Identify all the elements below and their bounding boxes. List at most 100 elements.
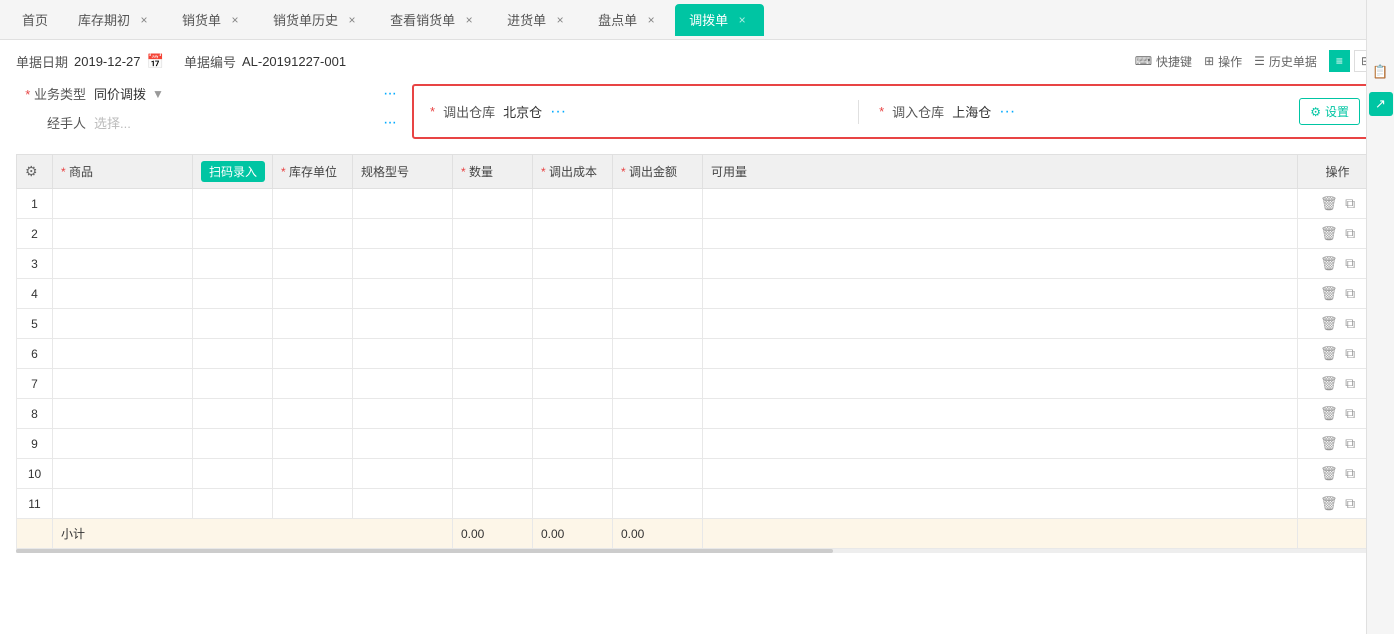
cell-available-8[interactable] [613,399,703,429]
delete-icon-11[interactable]: 🗑 [1320,495,1338,511]
cell-product-1[interactable] [53,189,193,219]
cell-qty-8[interactable] [353,399,453,429]
history-button[interactable]: ☰ 历史单据 [1254,53,1317,70]
cell-spec-10[interactable] [273,459,353,489]
business-type-dropdown-icon[interactable]: ▼ [152,87,164,101]
cell-product-11[interactable] [53,489,193,519]
cell-available-3[interactable] [613,249,703,279]
cell-amount-1[interactable] [533,189,613,219]
tab-close-transfer-order[interactable]: × [734,12,750,28]
copy-icon-6[interactable]: ⧉ [1345,345,1355,361]
tab-inventory-init[interactable]: 库存期初 × [64,4,166,36]
cell-unit-3[interactable] [193,249,273,279]
cell-unit-1[interactable] [193,189,273,219]
delete-icon-3[interactable]: 🗑 [1320,255,1338,271]
cell-product-10[interactable] [53,459,193,489]
scan-input-button[interactable]: 扫码录入 [201,161,265,182]
cell-qty-5[interactable] [353,309,453,339]
delete-icon-10[interactable]: 🗑 [1320,465,1338,481]
cell-available-2[interactable] [613,219,703,249]
column-settings-icon[interactable]: ⚙ [25,163,38,179]
cell-cost-1[interactable] [453,189,533,219]
delete-icon-1[interactable]: 🗑 [1320,195,1338,211]
delete-icon-7[interactable]: 🗑 [1320,375,1338,391]
cell-unit-2[interactable] [193,219,273,249]
cell-cost-8[interactable] [453,399,533,429]
cell-cost-9[interactable] [453,429,533,459]
cell-available-10[interactable] [613,459,703,489]
cell-amount-11[interactable] [533,489,613,519]
tab-transfer-order[interactable]: 调拨单 × [675,4,764,36]
cell-cost-6[interactable] [453,339,533,369]
copy-icon-5[interactable]: ⧉ [1345,315,1355,331]
cell-spec-4[interactable] [273,279,353,309]
business-type-more-button[interactable]: ··· [383,85,396,103]
copy-icon-3[interactable]: ⧉ [1345,255,1355,271]
sidebar-doc-icon[interactable]: 📋 [1369,60,1393,84]
cell-qty-10[interactable] [353,459,453,489]
cell-unit-6[interactable] [193,339,273,369]
cell-product-5[interactable] [53,309,193,339]
scroll-indicator[interactable] [16,549,1378,553]
tab-close-sales-history[interactable]: × [344,12,360,28]
cell-unit-11[interactable] [193,489,273,519]
copy-icon-1[interactable]: ⧉ [1345,195,1355,211]
cell-available-11[interactable] [613,489,703,519]
shortcuts-button[interactable]: ⌨ 快捷键 [1135,53,1192,70]
cell-amount-5[interactable] [533,309,613,339]
copy-icon-4[interactable]: ⧉ [1345,285,1355,301]
cell-product-2[interactable] [53,219,193,249]
cell-product-9[interactable] [53,429,193,459]
cell-available-6[interactable] [613,339,703,369]
cell-cost-4[interactable] [453,279,533,309]
cell-qty-9[interactable] [353,429,453,459]
cell-available-7[interactable] [613,369,703,399]
target-warehouse-more-button[interactable]: ··· [999,103,1287,121]
tab-close-inventory-check[interactable]: × [643,12,659,28]
list-view-button[interactable]: ≡ [1329,50,1350,72]
cell-qty-4[interactable] [353,279,453,309]
cell-unit-10[interactable] [193,459,273,489]
tab-inventory-check[interactable]: 盘点单 × [584,4,673,36]
cell-spec-11[interactable] [273,489,353,519]
cell-spec-3[interactable] [273,249,353,279]
delete-icon-5[interactable]: 🗑 [1320,315,1338,331]
cell-unit-9[interactable] [193,429,273,459]
calendar-icon[interactable]: 📅 [147,53,164,70]
cell-amount-6[interactable] [533,339,613,369]
tab-close-purchase-order[interactable]: × [552,12,568,28]
cell-cost-2[interactable] [453,219,533,249]
copy-icon-11[interactable]: ⧉ [1345,495,1355,511]
delete-icon-6[interactable]: 🗑 [1320,345,1338,361]
sidebar-export-icon[interactable]: ↗ [1369,92,1393,116]
delete-icon-8[interactable]: 🗑 [1320,405,1338,421]
tab-close-sales-order[interactable]: × [227,12,243,28]
cell-cost-3[interactable] [453,249,533,279]
cell-unit-7[interactable] [193,369,273,399]
cell-spec-2[interactable] [273,219,353,249]
cell-available-5[interactable] [613,309,703,339]
delete-icon-4[interactable]: 🗑 [1320,285,1338,301]
cell-spec-5[interactable] [273,309,353,339]
tab-close-view-sales[interactable]: × [461,12,477,28]
settings-button[interactable]: ⚙ 设置 [1299,98,1360,125]
cell-amount-2[interactable] [533,219,613,249]
cell-cost-7[interactable] [453,369,533,399]
cell-qty-6[interactable] [353,339,453,369]
cell-qty-1[interactable] [353,189,453,219]
cell-product-4[interactable] [53,279,193,309]
cell-unit-5[interactable] [193,309,273,339]
delete-icon-2[interactable]: 🗑 [1320,225,1338,241]
cell-product-7[interactable] [53,369,193,399]
cell-spec-9[interactable] [273,429,353,459]
copy-icon-7[interactable]: ⧉ [1345,375,1355,391]
copy-icon-8[interactable]: ⧉ [1345,405,1355,421]
cell-available-4[interactable] [613,279,703,309]
cell-qty-7[interactable] [353,369,453,399]
tab-purchase-order[interactable]: 进货单 × [493,4,582,36]
tab-sales-order[interactable]: 销货单 × [168,4,257,36]
cell-spec-6[interactable] [273,339,353,369]
tab-home[interactable]: 首页 [8,4,62,36]
cell-amount-9[interactable] [533,429,613,459]
copy-icon-9[interactable]: ⧉ [1345,435,1355,451]
